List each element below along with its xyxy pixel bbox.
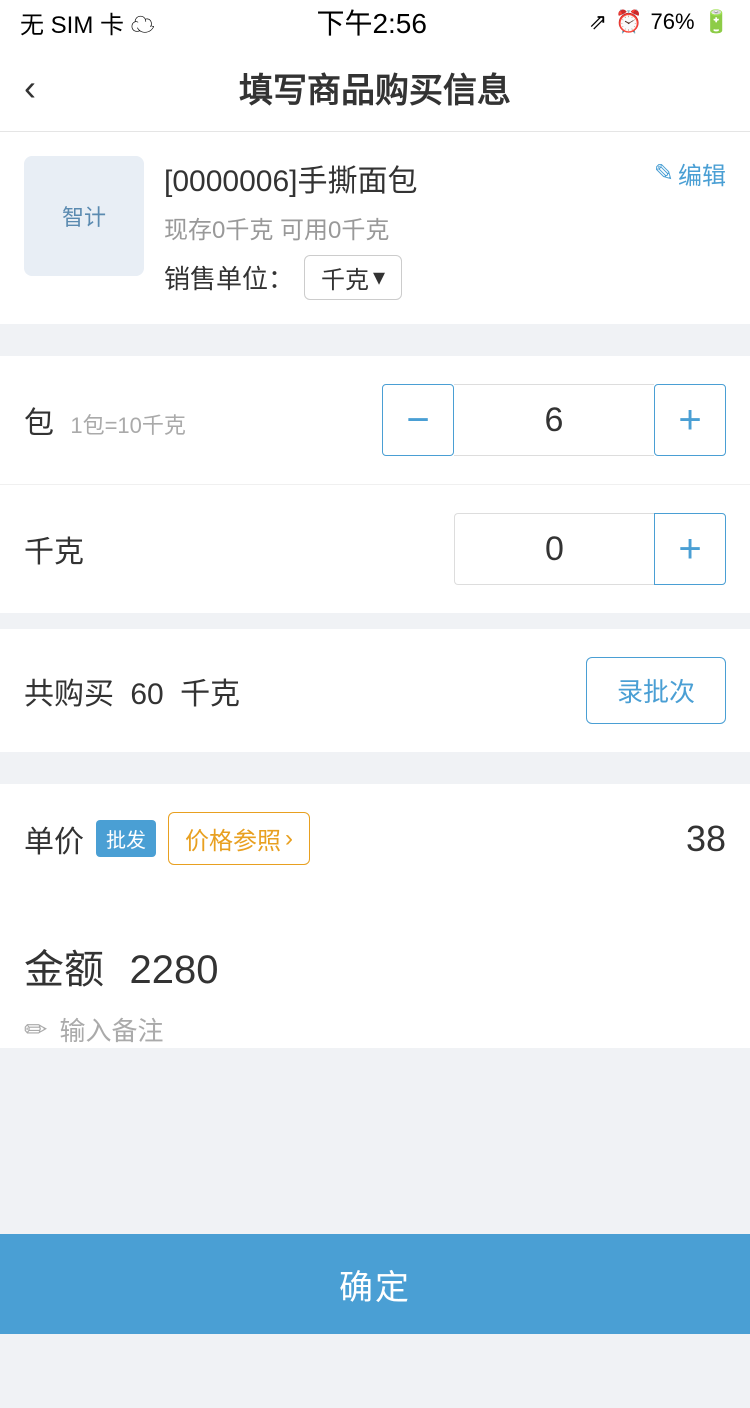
status-left: 无 SIM 卡 ☁ — [20, 5, 155, 40]
sim-label: 无 SIM 卡 ☁ — [20, 5, 155, 40]
status-time: 下午2:56 — [316, 2, 427, 42]
package-text: 包 — [24, 407, 54, 440]
batch-button[interactable]: 录批次 — [586, 657, 726, 724]
remark-row[interactable]: ✏ 输入备注 — [24, 1011, 726, 1048]
chevron-down-icon: ▾ — [373, 263, 385, 292]
kg-increment-button[interactable]: + — [654, 513, 726, 585]
content-area — [0, 1048, 750, 1408]
kg-label: 千克 — [24, 527, 454, 571]
battery-label: 76% — [651, 9, 695, 35]
confirm-button[interactable]: 确定 — [0, 1234, 750, 1334]
unit-value: 千克 — [321, 260, 369, 295]
edit-label: 编辑 — [678, 156, 726, 191]
pifa-badge: 批发 — [96, 820, 156, 857]
amount-label: 金额 — [24, 948, 104, 992]
product-stock: 现存0千克 可用0千克 — [164, 210, 726, 245]
price-label: 单价 批发 价格参照 › — [24, 812, 310, 865]
price-ref-label: 价格参照 — [185, 821, 281, 856]
price-ref-arrow: › — [285, 825, 293, 853]
remark-placeholder: 输入备注 — [59, 1011, 163, 1048]
package-increment-button[interactable]: + — [654, 384, 726, 456]
kg-controls: + — [454, 513, 726, 585]
location-icon: ⇗ — [589, 9, 607, 35]
amount-value: 2280 — [129, 948, 218, 992]
kg-input[interactable] — [454, 513, 654, 585]
product-logo: 智计 — [62, 200, 106, 232]
page-title: 填写商品购买信息 — [239, 63, 511, 112]
back-icon: ‹ — [24, 67, 36, 109]
total-label: 共购买 — [24, 678, 114, 711]
package-decrement-button[interactable]: − — [382, 384, 454, 456]
product-info: [0000006]手撕面包 ✎ 编辑 现存0千克 可用0千克 销售单位： 千克 … — [164, 156, 726, 300]
unit-label: 销售单位： — [164, 259, 294, 296]
pencil-icon: ✏ — [24, 1013, 47, 1046]
edit-button[interactable]: ✎ 编辑 — [654, 156, 726, 191]
total-text: 共购买 60 千克 — [24, 669, 240, 713]
product-name: [0000006]手撕面包 — [164, 156, 417, 200]
package-row: 包 1包=10千克 − + — [0, 356, 750, 485]
status-bar: 无 SIM 卡 ☁ 下午2:56 ⇗ ⏰ 76% 🔋 — [0, 0, 750, 44]
price-text: 单价 — [24, 817, 84, 861]
battery-icon: 🔋 — [703, 9, 730, 35]
nav-bar: ‹ 填写商品购买信息 — [0, 44, 750, 132]
package-sublabel: 1包=10千克 — [70, 413, 186, 438]
total-unit: 千克 — [180, 678, 240, 711]
unit-selector[interactable]: 千克 ▾ — [304, 255, 402, 300]
package-input[interactable] — [454, 384, 654, 456]
separator-1 — [0, 340, 750, 356]
amount-section: 金额 2280 ✏ 输入备注 — [0, 913, 750, 1048]
price-ref-button[interactable]: 价格参照 › — [168, 812, 310, 865]
product-header: [0000006]手撕面包 ✎ 编辑 — [164, 156, 726, 210]
back-button[interactable]: ‹ — [24, 67, 36, 109]
total-row: 共购买 60 千克 录批次 — [0, 629, 750, 752]
kg-row: 千克 + — [0, 485, 750, 613]
edit-icon: ✎ — [654, 159, 674, 188]
price-section: 单价 批发 价格参照 › 38 — [0, 784, 750, 913]
amount-text: 金额 2280 — [24, 937, 726, 995]
product-image: 智计 — [24, 156, 144, 276]
product-card: 智计 [0000006]手撕面包 ✎ 编辑 现存0千克 可用0千克 销售单位： … — [0, 132, 750, 324]
separator-2 — [0, 768, 750, 784]
package-controls: − + — [382, 384, 726, 456]
status-right: ⇗ ⏰ 76% 🔋 — [589, 9, 730, 35]
alarm-icon: ⏰ — [615, 9, 642, 35]
package-label: 包 1包=10千克 — [24, 398, 382, 442]
total-amount: 60 — [130, 678, 163, 711]
quantity-section: 包 1包=10千克 − + 千克 + — [0, 356, 750, 613]
product-unit: 销售单位： 千克 ▾ — [164, 255, 726, 300]
price-value: 38 — [686, 818, 726, 860]
price-row: 单价 批发 价格参照 › 38 — [24, 812, 726, 865]
